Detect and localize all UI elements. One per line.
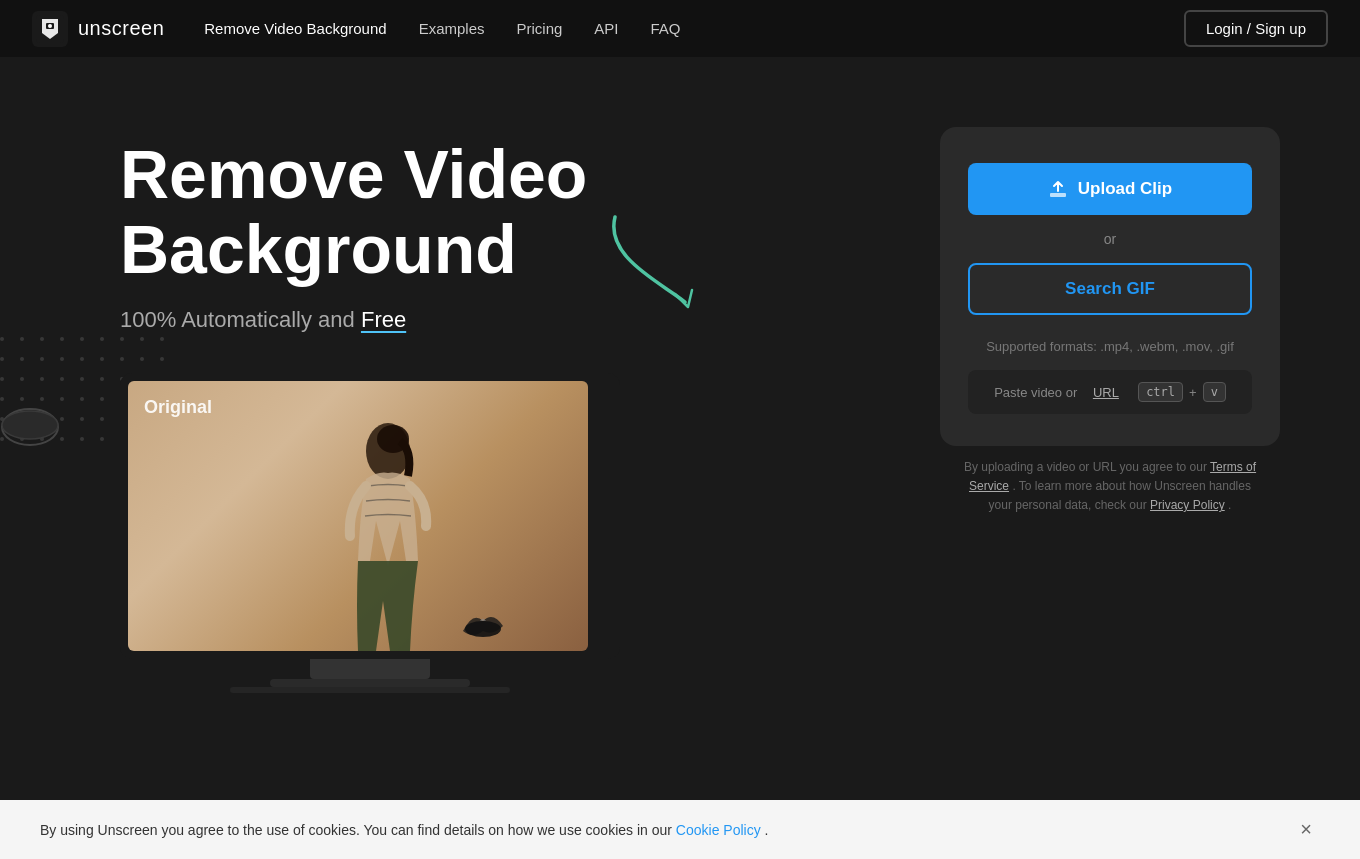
monitor-screen-image: Original xyxy=(128,381,588,651)
nav-link-pricing[interactable]: Pricing xyxy=(516,20,562,37)
logo-svg xyxy=(36,15,64,43)
supported-formats: Supported formats: .mp4, .webm, .mov, .g… xyxy=(986,339,1234,354)
dot xyxy=(60,357,64,361)
nav-item-api[interactable]: API xyxy=(594,20,618,38)
hero-left: Remove Video Background 100% Automatical… xyxy=(120,117,740,693)
original-label: Original xyxy=(144,397,212,418)
dot xyxy=(120,337,124,341)
dot xyxy=(80,437,84,441)
dot xyxy=(100,417,104,421)
plus-symbol: + xyxy=(1189,385,1197,400)
dot xyxy=(60,397,64,401)
dot xyxy=(80,377,84,381)
cookie-text-main: By using Unscreen you agree to the use o… xyxy=(40,822,676,838)
dot xyxy=(60,337,64,341)
logo[interactable]: unscreen xyxy=(32,11,164,47)
navbar-left: unscreen Remove Video Background Example… xyxy=(32,11,681,47)
dot xyxy=(60,437,64,441)
dot xyxy=(60,417,64,421)
svg-point-5 xyxy=(2,411,58,439)
dot xyxy=(100,357,104,361)
dot xyxy=(160,357,164,361)
monitor-screen: Original xyxy=(128,381,588,651)
dot xyxy=(80,337,84,341)
dot xyxy=(140,337,144,341)
dot xyxy=(40,377,44,381)
dot xyxy=(40,337,44,341)
nav-links: Remove Video Background Examples Pricing… xyxy=(204,20,680,38)
svg-point-3 xyxy=(48,24,52,28)
dot xyxy=(40,357,44,361)
monitor-foot xyxy=(230,687,510,693)
dot xyxy=(20,337,24,341)
privacy-policy-link[interactable]: Privacy Policy xyxy=(1150,498,1225,512)
woman-figure xyxy=(328,421,448,651)
hero-subtitle-static: 100% Automatically and xyxy=(120,307,361,332)
cookie-text: By using Unscreen you agree to the use o… xyxy=(40,822,768,838)
dot xyxy=(80,397,84,401)
v-key: v xyxy=(1203,382,1226,402)
dot xyxy=(100,377,104,381)
login-button[interactable]: Login / Sign up xyxy=(1184,10,1328,47)
paste-label: Paste video or xyxy=(994,385,1077,400)
search-gif-button[interactable]: Search GIF xyxy=(968,263,1252,315)
cookie-banner: By using Unscreen you agree to the use o… xyxy=(0,800,1360,859)
logo-icon xyxy=(32,11,68,47)
nav-link-faq[interactable]: FAQ xyxy=(651,20,681,37)
dot xyxy=(100,437,104,441)
dot xyxy=(0,377,4,381)
dot xyxy=(160,337,164,341)
hero-title-line2: Background xyxy=(120,211,517,287)
or-divider: or xyxy=(1104,231,1116,247)
dot xyxy=(100,337,104,341)
svg-rect-9 xyxy=(1050,193,1066,197)
dot xyxy=(60,377,64,381)
dot xyxy=(0,357,4,361)
dot xyxy=(80,357,84,361)
dot xyxy=(20,357,24,361)
nav-link-examples[interactable]: Examples xyxy=(419,20,485,37)
logo-text: unscreen xyxy=(78,17,164,40)
hero-right: Upload Clip or Search GIF Supported form… xyxy=(940,127,1280,516)
monitor-base xyxy=(310,659,430,679)
hero-section: for(let i=0;i<54;i++) document.write('<d… xyxy=(0,57,1360,777)
monitor-container: Original xyxy=(120,373,620,693)
nav-item-examples[interactable]: Examples xyxy=(419,20,485,38)
navbar: unscreen Remove Video Background Example… xyxy=(0,0,1360,57)
bird-figure xyxy=(458,601,508,641)
arrow-decoration xyxy=(600,212,700,312)
dot xyxy=(80,417,84,421)
hero-title-line1: Remove Video xyxy=(120,136,587,212)
cookie-policy-link[interactable]: Cookie Policy xyxy=(676,822,761,838)
nav-item-faq[interactable]: FAQ xyxy=(651,20,681,38)
terms-text1: By uploading a video or URL you agree to… xyxy=(964,460,1210,474)
paste-url-bar: Paste video or URL ctrl + v xyxy=(968,370,1252,414)
monitor-stand xyxy=(270,679,470,687)
svg-point-8 xyxy=(465,621,501,637)
bowl-decoration xyxy=(0,397,60,447)
nav-item-remove[interactable]: Remove Video Background xyxy=(204,20,386,38)
terms-text3: . xyxy=(1228,498,1231,512)
dot xyxy=(100,397,104,401)
nav-link-api[interactable]: API xyxy=(594,20,618,37)
dot xyxy=(0,337,4,341)
dot xyxy=(120,357,124,361)
dot xyxy=(140,357,144,361)
paste-url-link[interactable]: URL xyxy=(1093,385,1119,400)
upload-btn-label: Upload Clip xyxy=(1078,179,1172,199)
upload-panel: Upload Clip or Search GIF Supported form… xyxy=(940,127,1280,446)
upload-clip-button[interactable]: Upload Clip xyxy=(968,163,1252,215)
cookie-text-end: . xyxy=(765,822,769,838)
cookie-close-button[interactable]: × xyxy=(1292,814,1320,845)
dot xyxy=(20,377,24,381)
ctrl-key: ctrl xyxy=(1138,382,1183,402)
nav-link-remove[interactable]: Remove Video Background xyxy=(204,20,386,37)
upload-icon xyxy=(1048,179,1068,199)
monitor-frame: Original xyxy=(120,373,620,659)
nav-item-pricing[interactable]: Pricing xyxy=(516,20,562,38)
hero-subtitle-free: Free xyxy=(361,307,406,332)
terms-text: By uploading a video or URL you agree to… xyxy=(940,458,1280,516)
